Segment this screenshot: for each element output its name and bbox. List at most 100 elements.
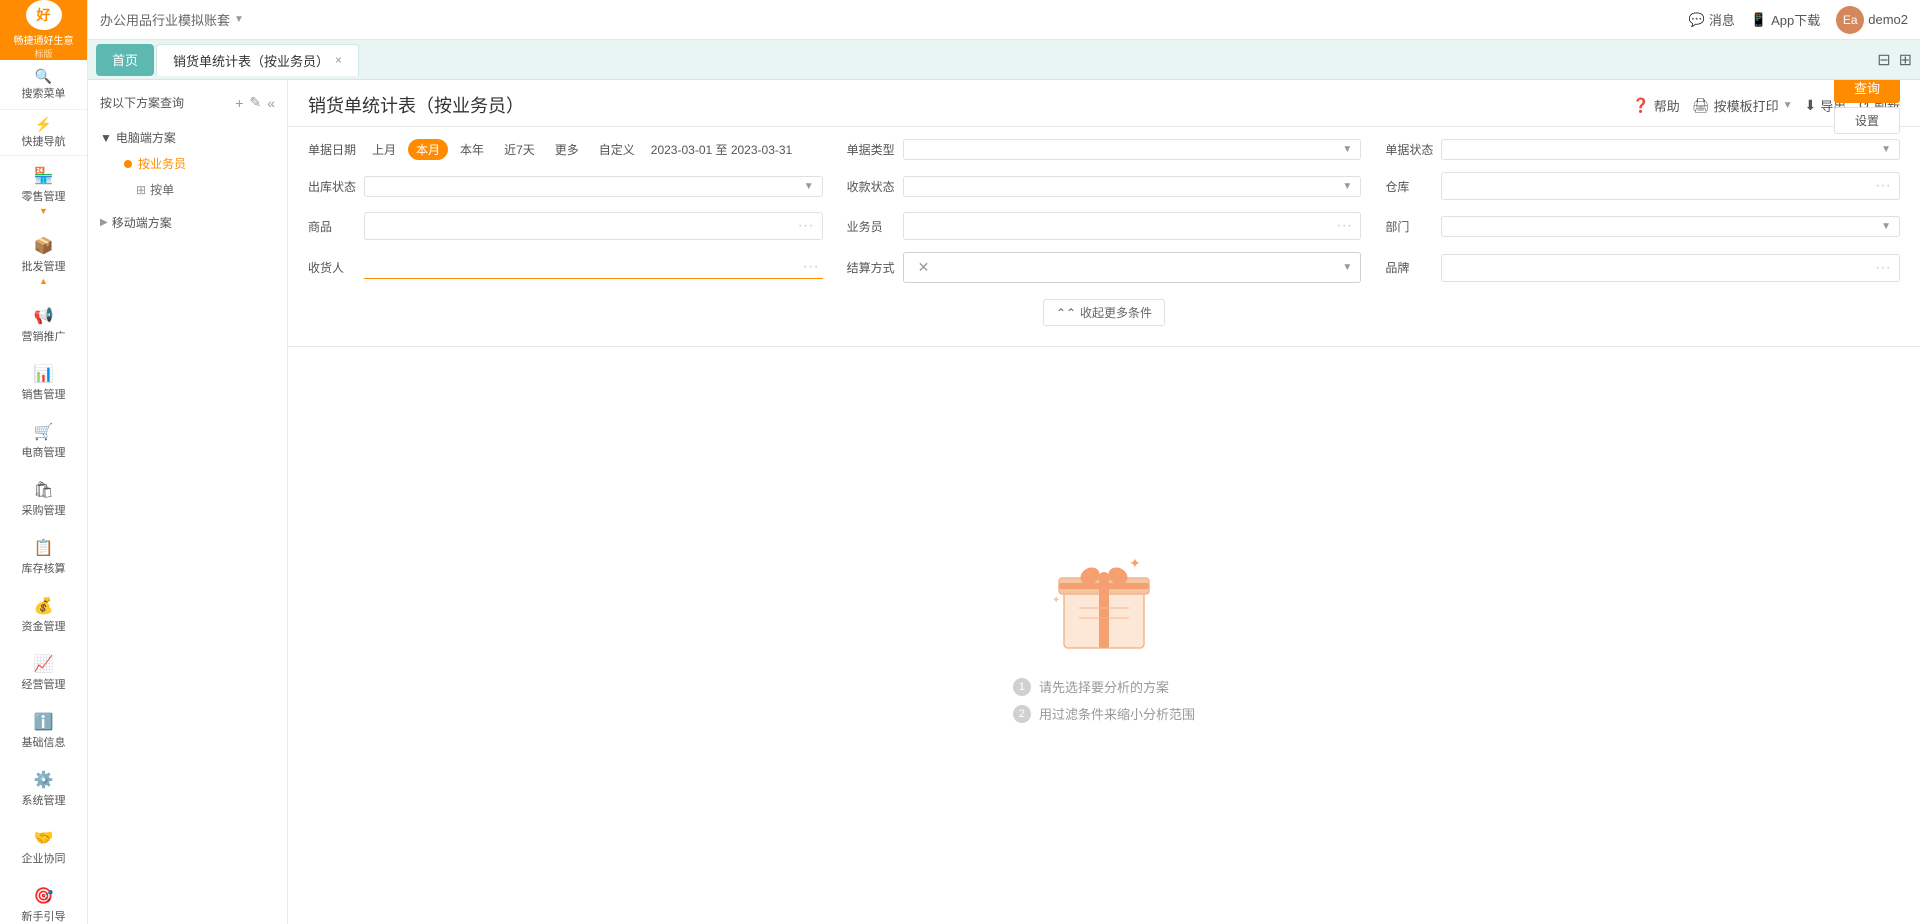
settings-button[interactable]: 设置 (1834, 107, 1900, 134)
status-select[interactable]: ▼ (1441, 139, 1900, 160)
user-area[interactable]: Ea demo2 (1836, 6, 1908, 34)
sidebar-item-purchase[interactable]: 🛍 采购管理 (0, 470, 87, 528)
sidebar-item-guide[interactable]: 🎯 新手引导 (0, 876, 87, 924)
help-label: 帮助 (1654, 96, 1680, 115)
collect-label: 收款状态 (847, 178, 895, 195)
logo-icon: 好 (26, 0, 62, 30)
app-download-button[interactable]: 📱 App下载 (1751, 10, 1820, 29)
brand-dots-icon[interactable]: ··· (1875, 259, 1891, 277)
print-button[interactable]: 🖨 按模板打印 ▼ (1692, 96, 1793, 115)
sidebar-item-inventory[interactable]: 📋 库存核算 (0, 528, 87, 586)
date-tab-more[interactable]: 更多 (547, 139, 587, 160)
settle-clear-icon[interactable]: ✕ (912, 257, 936, 278)
document-selector[interactable]: 办公用品行业模拟账套 ▼ (100, 10, 244, 29)
settle-label: 结算方式 (847, 259, 895, 276)
tabbar: 首页 销货单统计表（按业务员） × ⊟ ⊞ (88, 40, 1920, 80)
receiver-input[interactable] (368, 260, 803, 274)
sidebar-item-collab[interactable]: 🤝 企业协同 (0, 818, 87, 876)
warehouse-dots-icon[interactable]: ··· (1875, 177, 1891, 195)
print-label: 按模板打印 (1714, 96, 1779, 115)
left-panel-header: 按以下方案查询 + ✎ « (88, 88, 287, 117)
empty-tip-2: 2 用过滤条件来缩小分析范围 (1013, 704, 1195, 723)
search-menu[interactable]: 🔍 搜索菜单 (0, 60, 87, 110)
scheme-order-label: 按单 (150, 181, 174, 198)
warehouse-field: 仓库 ··· (1385, 172, 1900, 200)
content-wrapper: 按以下方案查询 + ✎ « ▼ 电脑端方案 按业务员 (88, 80, 1920, 924)
help-button[interactable]: ❓ 帮助 (1632, 96, 1679, 115)
right-content: 销货单统计表（按业务员） ❓ 帮助 🖨 按模板打印 ▼ ⬇ 导出 (288, 80, 1920, 924)
tip-num-1: 1 (1013, 678, 1031, 696)
topbar-left: 办公用品行业模拟账套 ▼ (100, 10, 244, 29)
salesman-select[interactable]: ··· (903, 212, 1362, 240)
tab-maximize-icon[interactable]: ⊞ (1899, 50, 1912, 70)
date-tab-7days[interactable]: 近7天 (496, 139, 543, 160)
date-range-value: 2023-03-01 至 2023-03-31 (651, 141, 792, 158)
date-tab-lastmonth[interactable]: 上月 (364, 139, 404, 160)
empty-tips: 1 请先选择要分析的方案 2 用过滤条件来缩小分析范围 (1013, 677, 1195, 723)
sidebar-item-finance[interactable]: 💰 资金管理 (0, 586, 87, 644)
desktop-scheme-label: 电脑端方案 (116, 129, 176, 146)
topbar: 办公用品行业模拟账套 ▼ 💬 消息 📱 App下载 Ea demo2 (88, 0, 1920, 40)
tab-sales-stat[interactable]: 销货单统计表（按业务员） × (156, 44, 359, 76)
status-field: 单据状态 ▼ (1385, 139, 1900, 160)
user-avatar: Ea (1836, 6, 1864, 34)
receiver-dots-icon[interactable]: ··· (803, 258, 819, 276)
sidebar-item-marketing[interactable]: 📢 营销推广 (0, 296, 87, 354)
edit-scheme-icon[interactable]: ✎ (249, 94, 261, 111)
desktop-scheme-header[interactable]: ▼ 电脑端方案 (100, 125, 275, 150)
collapse-panel-icon[interactable]: « (267, 95, 275, 111)
sidebar-item-sales[interactable]: 📊 销售管理 (0, 354, 87, 412)
date-tab-custom[interactable]: 自定义 (591, 139, 643, 160)
brand-select[interactable]: ··· (1441, 254, 1900, 282)
scheme-salesman-label: 按业务员 (138, 155, 186, 172)
goods-select[interactable]: ··· (364, 212, 823, 240)
settle-select[interactable]: ✕ ▼ (903, 252, 1362, 283)
mobile-scheme-header[interactable]: ▶ 移动端方案 (100, 210, 275, 235)
collapse-label: 收起更多条件 (1080, 304, 1152, 321)
salesman-dots-icon[interactable]: ··· (1336, 217, 1352, 235)
sidebar-item-retail[interactable]: 🏪 零售管理 ▼ (0, 156, 87, 226)
type-select[interactable]: ▼ (903, 139, 1362, 160)
collapse-button[interactable]: ⌃⌃ 收起更多条件 (1043, 299, 1165, 326)
sidebar-item-wholesale[interactable]: 📦 批发管理 ▲ (0, 226, 87, 296)
mobile-scheme-section: ▶ 移动端方案 (88, 206, 287, 239)
tab-minimize-icon[interactable]: ⊟ (1877, 50, 1890, 70)
sidebar-item-system[interactable]: ⚙️ 系统管理 (0, 760, 87, 818)
quick-nav[interactable]: ⚡ 快捷导航 (0, 110, 87, 156)
receiver-label: 收货人 (308, 259, 356, 276)
date-tabs: 上月 本月 本年 近7天 更多 自定义 (364, 139, 643, 160)
out-select[interactable]: ▼ (364, 176, 823, 197)
tab-close-icon[interactable]: × (335, 53, 342, 67)
query-button[interactable]: 查询 (1834, 80, 1900, 103)
scheme-by-order[interactable]: ⊞ 按单 (100, 177, 275, 202)
warehouse-select[interactable]: ··· (1441, 172, 1900, 200)
type-chevron-icon: ▼ (1342, 144, 1352, 155)
collect-select[interactable]: ▼ (903, 176, 1362, 197)
out-chevron-icon: ▼ (804, 181, 814, 192)
main-area: 办公用品行业模拟账套 ▼ 💬 消息 📱 App下载 Ea demo2 首页 销货… (88, 0, 1920, 924)
sidebar-item-basic[interactable]: ℹ️ 基础信息 (0, 702, 87, 760)
scheme-by-salesman[interactable]: 按业务员 (100, 150, 275, 177)
page-title: 销货单统计表（按业务员） (308, 92, 524, 118)
status-chevron-icon: ▼ (1881, 144, 1891, 155)
query-action-group: 查询 设置 (1834, 80, 1900, 134)
date-tab-thisyear[interactable]: 本年 (452, 139, 492, 160)
sidebar-item-ecommerce[interactable]: 🛒 电商管理 (0, 412, 87, 470)
add-scheme-icon[interactable]: + (235, 95, 243, 111)
sidebar-item-management[interactable]: 📈 经营管理 (0, 644, 87, 702)
message-icon: 💬 (1689, 12, 1705, 28)
dept-select[interactable]: ▼ (1441, 216, 1900, 237)
goods-dots-icon[interactable]: ··· (798, 217, 814, 235)
tab-home[interactable]: 首页 (96, 44, 154, 76)
settle-field: 结算方式 ✕ ▼ (847, 252, 1362, 283)
active-dot (124, 160, 132, 168)
svg-text:✦: ✦ (1052, 595, 1060, 606)
app-logo[interactable]: 好 畅捷通好生意 标版 (0, 0, 88, 60)
left-panel: 按以下方案查询 + ✎ « ▼ 电脑端方案 按业务员 (88, 80, 288, 924)
status-label: 单据状态 (1385, 141, 1433, 158)
date-tab-thismonth[interactable]: 本月 (408, 139, 448, 160)
scheme-section: ▼ 电脑端方案 按业务员 ⊞ 按单 ▶ 移动端方案 (88, 117, 287, 243)
download-label: App下载 (1771, 10, 1820, 29)
message-button[interactable]: 💬 消息 (1689, 10, 1735, 29)
collect-chevron-icon: ▼ (1342, 181, 1352, 192)
